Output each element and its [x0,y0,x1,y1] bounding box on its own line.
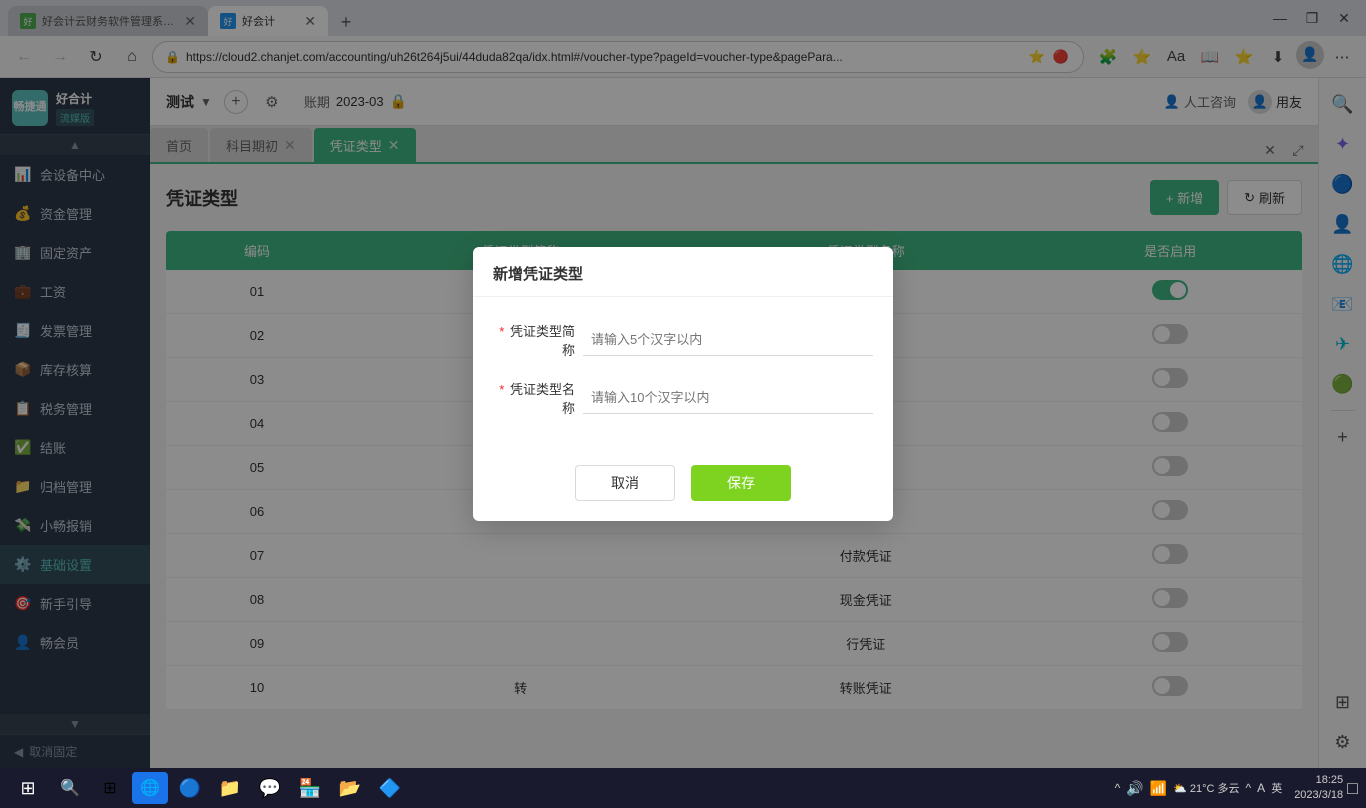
form-row-name: * 凭证类型名称 [493,379,873,417]
name-input[interactable] [583,382,873,414]
clock-time: 18:25 [1294,773,1343,788]
taskbar-lang[interactable]: A [1257,781,1265,795]
taskbar-weather[interactable]: ⛅ 21°C 多云 [1173,780,1239,796]
modal-header: 新增凭证类型 [473,247,893,297]
modal-overlay: 新增凭证类型 * 凭证类型简称 * 凭证类型名称 取消 [0,0,1366,768]
taskbar-clock[interactable]: 18:25 2023/3/18 [1294,773,1343,804]
modal-body: * 凭证类型简称 * 凭证类型名称 [473,297,893,453]
form-label-name-text: 凭证类型名称 [510,382,575,416]
taskbar-network-icon[interactable]: 🔊 [1126,780,1143,797]
taskbar-chevron[interactable]: ^ [1115,781,1121,795]
required-star-name: * [499,382,504,397]
taskbar-search[interactable]: 🔍 [52,772,88,804]
taskbar-chevron2[interactable]: ^ [1246,781,1252,795]
form-label-name: * 凭证类型名称 [493,379,583,417]
taskbar-wechat[interactable]: 💬 [252,772,288,804]
taskbar-taskview[interactable]: ⊞ [92,772,128,804]
form-row-abbr: * 凭证类型简称 [493,321,873,359]
taskbar-sound-icon[interactable]: 📶 [1150,780,1167,797]
weather-text: 21°C 多云 [1190,780,1240,796]
save-btn-label: 保存 [727,475,755,491]
cancel-btn-label: 取消 [611,475,639,491]
taskbar-msedge[interactable]: 🔷 [372,772,408,804]
modal-title: 新增凭证类型 [493,266,583,283]
modal-footer: 取消 保存 [473,453,893,521]
form-label-abbr: * 凭证类型简称 [493,321,583,359]
taskbar-edge[interactable]: 🌐 [132,772,168,804]
taskbar: ⊞ 🔍 ⊞ 🌐 🔵 📁 💬 🏪 📂 🔷 ^ 🔊 📶 ⛅ 21°C 多云 ^ A … [0,768,1366,808]
taskbar-sys-tray: ^ 🔊 📶 ⛅ 21°C 多云 ^ A 英 [1107,780,1291,797]
taskbar-explorer[interactable]: 📁 [212,772,248,804]
abbr-input[interactable] [583,324,873,356]
cancel-button[interactable]: 取消 [575,465,675,501]
required-star-abbr: * [499,324,504,339]
clock-date: 2023/3/18 [1294,788,1343,803]
taskbar-store[interactable]: 🏪 [292,772,328,804]
form-label-abbr-text: 凭证类型简称 [510,324,575,358]
start-button[interactable]: ⊞ [8,772,48,804]
taskbar-lang2: 英 [1271,780,1282,796]
save-button[interactable]: 保存 [691,465,791,501]
weather-icon: ⛅ [1173,782,1187,795]
notification-center[interactable]: □ [1347,778,1358,799]
add-voucher-modal: 新增凭证类型 * 凭证类型简称 * 凭证类型名称 取消 [473,247,893,521]
taskbar-chrome[interactable]: 🔵 [172,772,208,804]
taskbar-folder[interactable]: 📂 [332,772,368,804]
